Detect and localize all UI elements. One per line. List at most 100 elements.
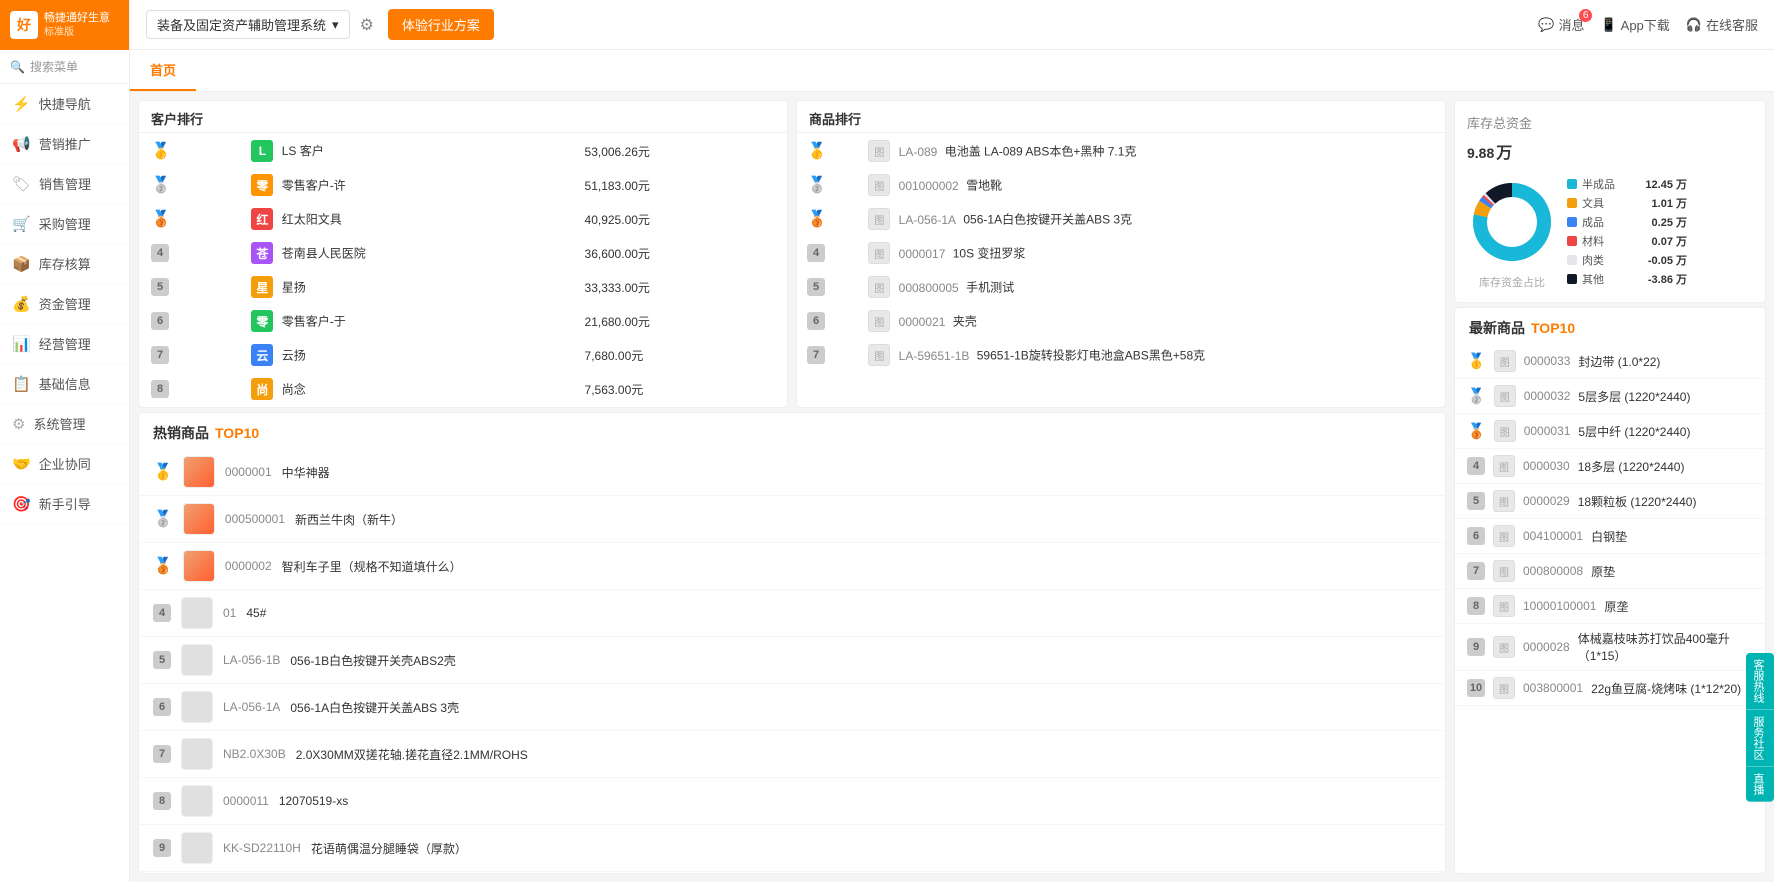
customer-avatar: 零 <box>251 174 273 196</box>
medal-icon: 🥉 <box>153 556 173 576</box>
main-area: 首页 客户排行 🥇 L LS 客户 53,006.26元🥈 零 零售客户-许 5… <box>130 50 1774 882</box>
hot-thumb <box>183 503 215 535</box>
table-row: 🥈 零 零售客户-许 51,183.00元 <box>141 169 785 201</box>
table-row: 5 图 000800005 手机测试 <box>799 271 1443 303</box>
product-name: 封边带 (1.0*22) <box>1578 353 1753 370</box>
rank-number: 8 <box>1467 597 1485 615</box>
trial-btn[interactable]: 体验行业方案 <box>388 9 494 40</box>
product-ranking-panel: 商品排行 🥇 图 LA-089 电池盖 LA-089 ABS本色+黑种 7.1克… <box>796 100 1446 408</box>
cs-live-btn[interactable]: 直播 <box>1746 767 1774 802</box>
gear-icon[interactable]: ⚙ <box>360 15 374 35</box>
rank-number: 4 <box>151 244 169 262</box>
product-code: LA-056-1B <box>223 653 280 667</box>
list-item: 4 01 45# <box>139 590 1445 637</box>
rank-number: 4 <box>153 604 171 622</box>
marketing-icon: 📢 <box>12 135 31 153</box>
donut-section: 库存资金占比 半成品 12.45 万 文具 1.01 万 成品 0.25 万 材… <box>1467 176 1753 290</box>
guide-icon: 🎯 <box>12 495 31 513</box>
product-code: 0000028 <box>1523 640 1570 654</box>
rank-number: 4 <box>1467 457 1485 475</box>
topbar-right: 💬 消息 6 📱 App下载 🎧 在线客服 <box>1538 15 1758 34</box>
product-name: 夹壳 <box>953 315 977 329</box>
app-download-btn[interactable]: 📱 App下载 <box>1600 15 1669 34</box>
legend-item: 材料 0.07 万 <box>1567 233 1687 249</box>
quick-nav-icon: ⚡ <box>12 95 31 113</box>
list-item: 🥉 0000002 智利车子里（规格不知道填什么） <box>139 543 1445 590</box>
new-products-list: 🥇 图 0000033 封边带 (1.0*22)🥈 图 0000032 5层多层… <box>1455 344 1765 706</box>
hot-thumb <box>181 597 213 629</box>
rank-number: 7 <box>151 346 169 364</box>
chevron-down-icon: ▾ <box>332 17 339 33</box>
product-ranking-table: 🥇 图 LA-089 电池盖 LA-089 ABS本色+黑种 7.1克 🥈 图 … <box>797 133 1445 373</box>
new-products-title: 最新商品 TOP10 <box>1455 308 1765 344</box>
legend-dot <box>1567 198 1577 208</box>
list-item: 10 图 003800001 22g鱼豆腐-烧烤味 (1*12*20) <box>1455 671 1765 706</box>
sidebar-item-marketing[interactable]: 📢 营销推广 <box>0 124 129 164</box>
legend-dot <box>1567 236 1577 246</box>
new-product-avatar: 图 <box>1493 677 1515 699</box>
list-item: 8 0000011 12070519-xs <box>139 778 1445 825</box>
product-name: 原垫 <box>1591 563 1753 580</box>
new-product-avatar: 图 <box>1493 595 1515 617</box>
rank-number: 5 <box>151 278 169 296</box>
hot-thumb <box>183 456 215 488</box>
system-select[interactable]: 装备及固定资产辅助管理系统 ▾ <box>146 10 350 39</box>
sidebar-item-system[interactable]: ⚙ 系统管理 <box>0 404 129 444</box>
rank-number: 6 <box>151 312 169 330</box>
legend-item: 其他 -3.86 万 <box>1567 271 1687 287</box>
product-code: 003800001 <box>1523 681 1583 695</box>
rank-number: 7 <box>807 346 825 364</box>
table-row: 4 苍 苍南县人民医院 36,600.00元 <box>141 237 785 269</box>
logo-text: 畅捷通好生意 标准版 <box>44 11 110 38</box>
customer-ranking-panel: 客户排行 🥇 L LS 客户 53,006.26元🥈 零 零售客户-许 51,1… <box>138 100 788 408</box>
online-service-btn[interactable]: 🎧 在线客服 <box>1686 15 1758 34</box>
legend-label: 其他 <box>1582 271 1643 287</box>
product-code: 0000017 <box>899 247 946 261</box>
sidebar-item-purchase[interactable]: 🛒 采购管理 <box>0 204 129 244</box>
legend-dot <box>1567 217 1577 227</box>
list-item: 9 KK-SD22110H 花语萌偶温分腿睡袋（厚款） <box>139 825 1445 872</box>
hot-thumb <box>181 785 213 817</box>
search-menu[interactable]: 🔍 搜索菜单 <box>0 50 129 84</box>
legend-dot <box>1567 274 1577 284</box>
customer-ranking-title: 客户排行 <box>139 101 787 133</box>
sidebar-item-inventory[interactable]: 📦 库存核算 <box>0 244 129 284</box>
product-avatar: 图 <box>868 310 890 332</box>
legend-dot <box>1567 255 1577 265</box>
legend-label: 材料 <box>1582 233 1647 249</box>
sidebar-item-basic-info[interactable]: 📋 基础信息 <box>0 364 129 404</box>
product-name: 原垄 <box>1604 598 1753 615</box>
sidebar-item-operations[interactable]: 📊 经营管理 <box>0 324 129 364</box>
inventory-amount: 9.88万 <box>1467 138 1753 164</box>
rank-number: 6 <box>1467 527 1485 545</box>
customer-avatar: 零 <box>251 310 273 332</box>
hot-thumb <box>181 738 213 770</box>
sidebar-logo: 好 畅捷通好生意 标准版 <box>0 0 129 50</box>
tab-home[interactable]: 首页 <box>130 50 196 91</box>
product-code: NB2.0X30B <box>223 747 286 761</box>
product-name: 22g鱼豆腐-烧烤味 (1*12*20) <box>1591 680 1753 697</box>
list-item: 9 图 0000028 体械嘉枝味苏打饮品400毫升（1*15） <box>1455 624 1765 671</box>
cs-hotline-btn[interactable]: 客服热线 <box>1746 653 1774 710</box>
sidebar-item-quick-nav[interactable]: ⚡ 快捷导航 <box>0 84 129 124</box>
sidebar-item-guide[interactable]: 🎯 新手引导 <box>0 484 129 524</box>
sidebar-item-collaboration[interactable]: 🤝 企业协同 <box>0 444 129 484</box>
customer-name: 苍南县人民医院 <box>282 247 366 261</box>
product-code: 0000031 <box>1524 424 1571 438</box>
product-code: 0000002 <box>225 559 272 573</box>
product-avatar: 图 <box>868 242 890 264</box>
ranking-panels-row: 客户排行 🥇 L LS 客户 53,006.26元🥈 零 零售客户-许 51,1… <box>130 92 1454 412</box>
legend-item: 文具 1.01 万 <box>1567 195 1687 211</box>
message-btn[interactable]: 💬 消息 6 <box>1538 15 1584 34</box>
table-row: 🥈 图 001000002 雪地靴 <box>799 169 1443 201</box>
tab-bar: 首页 <box>130 50 1774 92</box>
finance-icon: 💰 <box>12 295 31 313</box>
sidebar-item-finance[interactable]: 💰 资金管理 <box>0 284 129 324</box>
list-item: 4 图 0000030 18多层 (1220*2440) <box>1455 449 1765 484</box>
cs-community-btn[interactable]: 服务社区 <box>1746 710 1774 767</box>
collab-icon: 🤝 <box>12 455 31 473</box>
sales-icon: 🏷 <box>12 175 31 193</box>
rank-number: 6 <box>153 698 171 716</box>
sidebar-item-sales[interactable]: 🏷 销售管理 <box>0 164 129 204</box>
customer-name: 红太阳文具 <box>282 213 342 227</box>
